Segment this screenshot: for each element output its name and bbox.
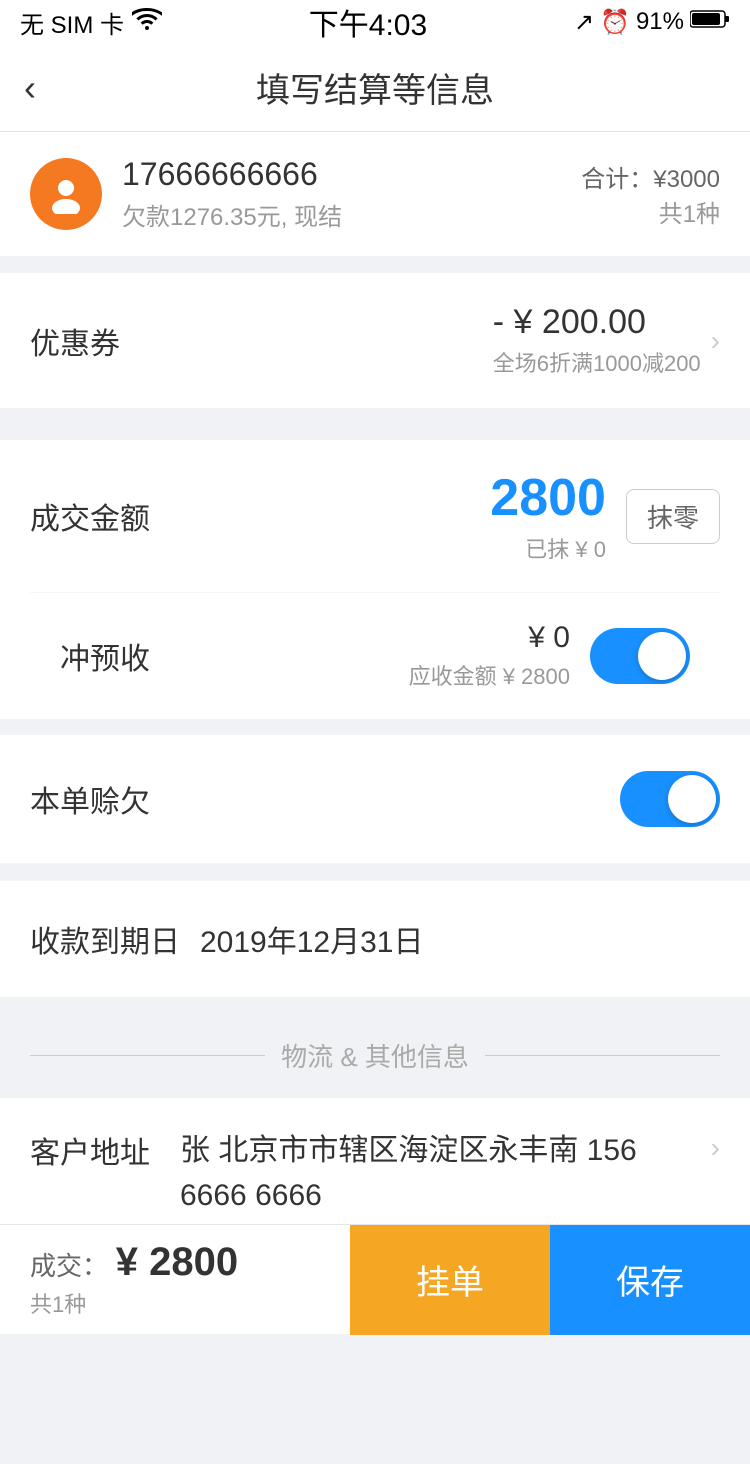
wifi-icon [132,8,162,37]
chongyushou-row: 冲预收 ¥ 0 应收金额 ¥ 2800 [30,593,720,719]
section-divider-2 [0,719,750,735]
customer-row: 17666666666 欠款1276.35元, 现结 合计：¥3000 共1种 [0,132,750,257]
address-value: 张 北京市市辖区海淀区永丰南 156 6666 6666 [180,1128,695,1218]
total-count: 共1种 [581,194,720,229]
bottom-deal-amount: ¥ 2800 [116,1240,238,1284]
bottom-bar: 成交： ¥ 2800 共1种 挂单 保存 [0,1224,750,1334]
hang-button-label: 挂单 [416,1255,484,1304]
hang-button[interactable]: 挂单 [350,1225,550,1335]
section-divider-1 [0,424,750,440]
transaction-amount-row: 成交金额 2800 已抹 ¥ 0 抹零 [30,440,720,593]
amount-section: 成交金额 2800 已抹 ¥ 0 抹零 冲预收 ¥ 0 应收金额 ¥ 2800 [0,440,750,719]
nav-bar: ‹ 填写结算等信息 [0,44,750,132]
status-left: 无 SIM 卡 [20,5,162,40]
sim-status: 无 SIM 卡 [20,5,124,40]
chongyushou-label: 冲预收 [60,634,150,678]
chongyushou-amount: ¥ 0 [409,621,570,655]
duedate-row: 收款到期日 2019年12月31日 [0,880,750,997]
status-right: ↗ ⏰ 91% [574,8,730,37]
coupon-chevron-icon: › [711,325,720,357]
transaction-amount-label: 成交金额 [30,494,150,538]
status-time: 下午4:03 [309,0,427,44]
battery-percent: 91% [636,8,684,36]
battery-icon [690,8,730,36]
transaction-amount-value: 2800 [490,468,606,528]
save-button-label: 保存 [616,1255,684,1304]
coupon-discount: - ¥ 200.00 [493,303,701,342]
transaction-amount-sub: 已抹 ¥ 0 [490,532,606,564]
toggle-knob [638,632,686,680]
divider-line-left [30,1055,265,1056]
total-label: 合计：¥3000 [581,159,720,194]
address-label: 客户地址 [30,1128,150,1172]
logistics-label: 物流 & 其他信息 [281,1037,469,1074]
back-button[interactable]: ‹ [24,67,36,109]
divider-line-right [485,1055,720,1056]
customer-phone: 17666666666 [122,156,342,193]
bottom-deal-count: 共1种 [30,1287,320,1319]
customer-card: 17666666666 欠款1276.35元, 现结 合计：¥3000 共1种 [0,132,750,257]
coupon-label: 优惠券 [30,319,120,363]
bendan-row: 本单赊欠 [0,735,750,864]
bendan-toggle[interactable] [620,771,720,827]
customer-debt: 欠款1276.35元, 现结 [122,197,342,232]
alarm-icon: ⏰ [600,8,630,37]
chongyushou-toggle[interactable] [590,628,690,684]
coupon-description: 全场6折满1000减200 [493,346,701,378]
chongyushou-sub: 应收金额 ¥ 2800 [409,659,570,691]
page-title: 填写结算等信息 [256,63,494,112]
bottom-summary: 成交： ¥ 2800 共1种 [0,1240,350,1319]
avatar [30,158,102,230]
save-button[interactable]: 保存 [550,1225,750,1335]
logistics-divider: 物流 & 其他信息 [0,1013,750,1098]
coupon-row[interactable]: 优惠券 - ¥ 200.00 全场6折满1000减200 › [0,273,750,408]
address-chevron-icon: › [711,1132,720,1164]
status-bar: 无 SIM 卡 下午4:03 ↗ ⏰ 91% [0,0,750,44]
bendan-toggle-knob [668,775,716,823]
bendan-label: 本单赊欠 [30,777,150,821]
round-zero-button[interactable]: 抹零 [626,489,720,544]
location-icon: ↗ [574,8,594,37]
bottom-deal-label: 成交： [30,1251,108,1281]
duedate-label: 收款到期日 [30,917,180,961]
duedate-value: 2019年12月31日 [200,917,423,961]
